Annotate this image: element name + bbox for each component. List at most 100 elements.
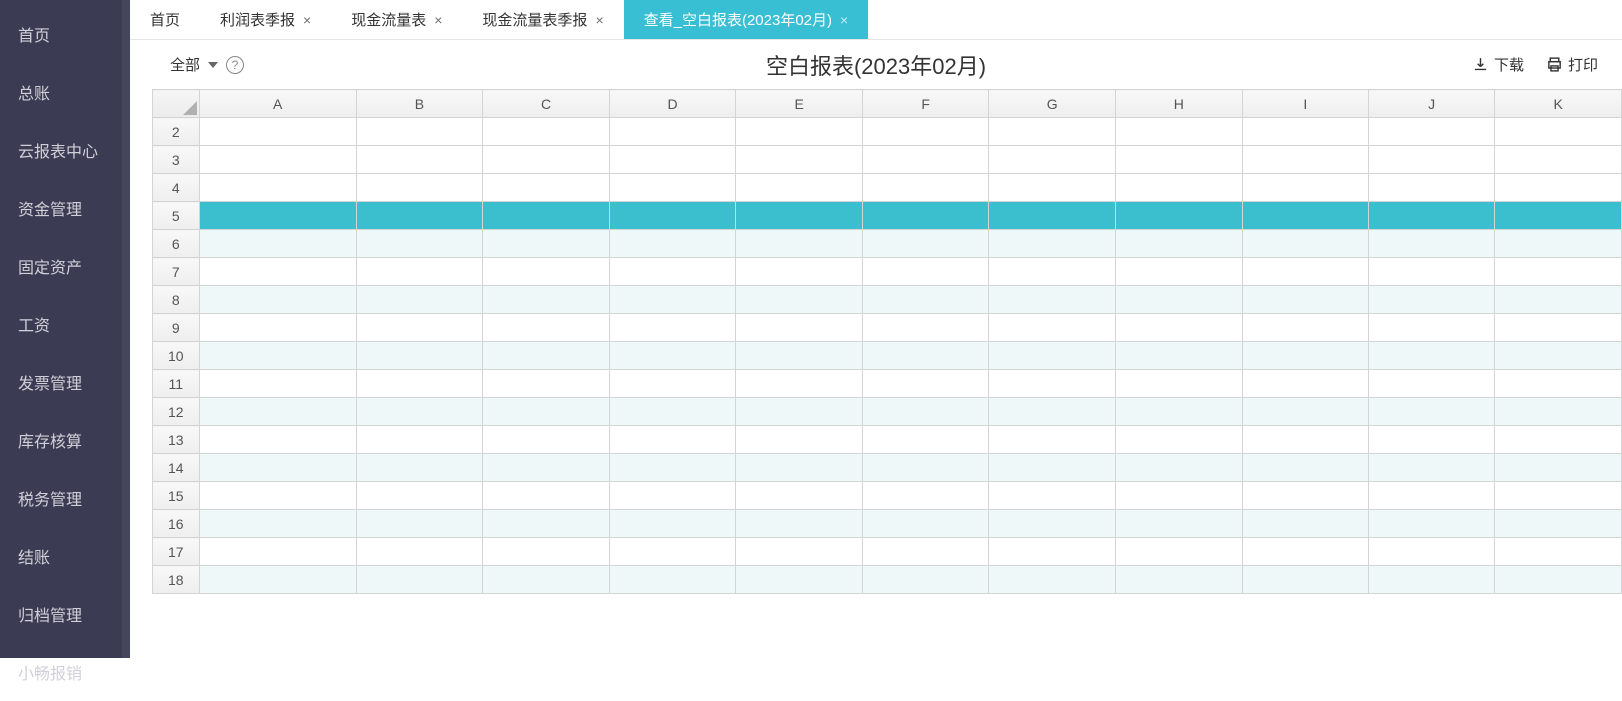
cell[interactable] xyxy=(862,482,989,510)
cell[interactable] xyxy=(1495,118,1622,146)
cell[interactable] xyxy=(736,398,863,426)
cell[interactable] xyxy=(1495,398,1622,426)
cell[interactable] xyxy=(1242,230,1368,258)
cell[interactable] xyxy=(199,566,356,594)
cell[interactable] xyxy=(1116,454,1243,482)
close-icon[interactable]: × xyxy=(434,12,442,28)
sidebar-item-closing[interactable]: 结账 xyxy=(0,527,130,585)
cell[interactable] xyxy=(989,454,1116,482)
row-header[interactable]: 16 xyxy=(153,510,200,538)
cell[interactable] xyxy=(356,454,483,482)
cell[interactable] xyxy=(609,230,736,258)
cell[interactable] xyxy=(483,146,610,174)
cell[interactable] xyxy=(862,566,989,594)
cell[interactable] xyxy=(1242,258,1368,286)
column-header[interactable]: E xyxy=(736,90,863,118)
cell[interactable] xyxy=(1368,146,1494,174)
cell[interactable] xyxy=(1242,566,1368,594)
cell[interactable] xyxy=(862,510,989,538)
cell[interactable] xyxy=(1368,202,1494,230)
cell[interactable] xyxy=(862,398,989,426)
cell[interactable] xyxy=(1116,258,1243,286)
cell[interactable] xyxy=(1116,230,1243,258)
cell[interactable] xyxy=(1116,510,1243,538)
cell[interactable] xyxy=(199,118,356,146)
cell[interactable] xyxy=(1495,566,1622,594)
cell[interactable] xyxy=(1368,370,1494,398)
cell[interactable] xyxy=(1495,174,1622,202)
cell[interactable] xyxy=(1495,482,1622,510)
cell[interactable] xyxy=(199,482,356,510)
cell[interactable] xyxy=(1368,342,1494,370)
cell[interactable] xyxy=(1116,146,1243,174)
cell[interactable] xyxy=(1368,482,1494,510)
cell[interactable] xyxy=(1368,566,1494,594)
cell[interactable] xyxy=(356,202,483,230)
tab[interactable]: 现金流量表季报× xyxy=(462,0,623,39)
sidebar-item-tax[interactable]: 税务管理 xyxy=(0,469,130,527)
cell[interactable] xyxy=(483,230,610,258)
download-button[interactable]: 下载 xyxy=(1472,54,1524,75)
cell[interactable] xyxy=(356,314,483,342)
cell[interactable] xyxy=(1495,314,1622,342)
cell[interactable] xyxy=(1242,314,1368,342)
cell[interactable] xyxy=(862,342,989,370)
cell[interactable] xyxy=(989,258,1116,286)
cell[interactable] xyxy=(1368,398,1494,426)
cell[interactable] xyxy=(862,454,989,482)
cell[interactable] xyxy=(356,342,483,370)
cell[interactable] xyxy=(609,510,736,538)
cell[interactable] xyxy=(1368,230,1494,258)
cell[interactable] xyxy=(199,398,356,426)
cell[interactable] xyxy=(862,258,989,286)
cell[interactable] xyxy=(862,426,989,454)
row-header[interactable]: 6 xyxy=(153,230,200,258)
cell[interactable] xyxy=(609,566,736,594)
cell[interactable] xyxy=(1242,510,1368,538)
row-header[interactable]: 11 xyxy=(153,370,200,398)
column-header[interactable]: K xyxy=(1495,90,1622,118)
cell[interactable] xyxy=(356,538,483,566)
cell[interactable] xyxy=(1368,118,1494,146)
cell[interactable] xyxy=(736,482,863,510)
row-header[interactable]: 7 xyxy=(153,258,200,286)
tab[interactable]: 查看_空白报表(2023年02月)× xyxy=(624,0,869,39)
cell[interactable] xyxy=(989,118,1116,146)
cell[interactable] xyxy=(989,566,1116,594)
cell[interactable] xyxy=(199,146,356,174)
cell[interactable] xyxy=(1242,286,1368,314)
filter-dropdown[interactable]: 全部 ? xyxy=(170,54,244,75)
tab[interactable]: 利润表季报× xyxy=(200,0,331,39)
cell[interactable] xyxy=(1242,398,1368,426)
cell[interactable] xyxy=(862,202,989,230)
cell[interactable] xyxy=(199,538,356,566)
cell[interactable] xyxy=(1495,426,1622,454)
cell[interactable] xyxy=(199,286,356,314)
close-icon[interactable]: × xyxy=(595,12,603,28)
cell[interactable] xyxy=(989,510,1116,538)
cell[interactable] xyxy=(356,230,483,258)
row-header[interactable]: 8 xyxy=(153,286,200,314)
cell[interactable] xyxy=(1242,454,1368,482)
cell[interactable] xyxy=(736,314,863,342)
cell[interactable] xyxy=(862,538,989,566)
cell[interactable] xyxy=(483,286,610,314)
row-header[interactable]: 17 xyxy=(153,538,200,566)
cell[interactable] xyxy=(989,538,1116,566)
sidebar-item-inventory[interactable]: 库存核算 xyxy=(0,411,130,469)
cell[interactable] xyxy=(736,146,863,174)
cell[interactable] xyxy=(356,482,483,510)
cell[interactable] xyxy=(1368,174,1494,202)
column-header[interactable]: D xyxy=(609,90,736,118)
cell[interactable] xyxy=(989,398,1116,426)
cell[interactable] xyxy=(1242,202,1368,230)
cell[interactable] xyxy=(1495,454,1622,482)
cell[interactable] xyxy=(483,370,610,398)
cell[interactable] xyxy=(1495,286,1622,314)
cell[interactable] xyxy=(609,454,736,482)
cell[interactable] xyxy=(199,370,356,398)
cell[interactable] xyxy=(1116,482,1243,510)
cell[interactable] xyxy=(989,370,1116,398)
cell[interactable] xyxy=(1116,566,1243,594)
cell[interactable] xyxy=(1116,426,1243,454)
